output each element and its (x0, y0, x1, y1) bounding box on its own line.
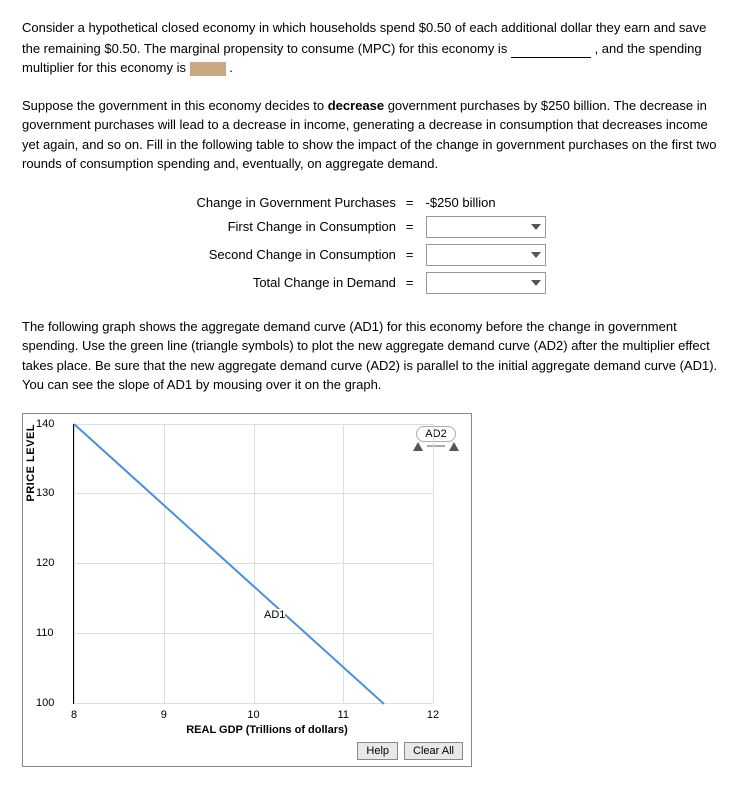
y-label-140: 140 (36, 418, 54, 430)
row3-eq: = (400, 241, 420, 269)
table-section: Change in Government Purchases = -$250 b… (22, 192, 720, 297)
paragraph1: Consider a hypothetical closed economy i… (22, 18, 720, 78)
row2-label: First Change in Consumption (190, 213, 399, 241)
paragraph2-text: Suppose the government in this economy d… (22, 96, 720, 174)
row2-eq: = (400, 213, 420, 241)
decrease-bold: decrease (328, 98, 384, 113)
row3-value[interactable] (420, 241, 552, 269)
row1-label: Change in Government Purchases (190, 192, 399, 213)
clear-all-button[interactable]: Clear All (404, 742, 463, 760)
y-label-120: 120 (36, 557, 54, 569)
x-axis-label: REAL GDP (Trillions of dollars) (73, 724, 461, 736)
table-row: First Change in Consumption = (190, 213, 551, 241)
graph-intro-section: The following graph shows the aggregate … (22, 317, 720, 395)
row3-select[interactable] (426, 244, 546, 266)
table-row: Total Change in Demand = (190, 269, 551, 297)
paragraph2-section: Suppose the government in this economy d… (22, 96, 720, 174)
y-label-100: 100 (36, 697, 54, 709)
table-row: Change in Government Purchases = -$250 b… (190, 192, 551, 213)
help-button[interactable]: Help (357, 742, 398, 760)
row2-value[interactable] (420, 213, 552, 241)
x-label-9: 9 (161, 709, 167, 721)
dropdown-arrow (531, 280, 541, 286)
y-label-130: 130 (36, 487, 54, 499)
dropdown-arrow (531, 224, 541, 230)
grid-h-100 (74, 703, 433, 704)
x-label-11: 11 (338, 709, 349, 721)
intro-section: Consider a hypothetical closed economy i… (22, 18, 720, 78)
multiplier-blank (190, 62, 226, 76)
row1-eq: = (400, 192, 420, 213)
ad1-label: AD1 (264, 609, 285, 621)
bottom-buttons: Help Clear All (357, 742, 463, 760)
x-label-12: 12 (427, 709, 439, 721)
graph-section: PRICE LEVEL AD2 (22, 413, 720, 767)
row2-select[interactable] (426, 216, 546, 238)
y-label-110: 110 (36, 627, 54, 639)
row4-select[interactable] (426, 272, 546, 294)
graph-wrap: PRICE LEVEL AD2 (22, 413, 472, 767)
graph-intro-text: The following graph shows the aggregate … (22, 317, 720, 395)
x-label-8: 8 (71, 709, 77, 721)
dropdown-arrow (531, 252, 541, 258)
graph-area[interactable]: 140 130 120 110 100 8 9 10 11 12 AD1 (73, 424, 433, 704)
row3-label: Second Change in Consumption (190, 241, 399, 269)
row4-value[interactable] (420, 269, 552, 297)
demand-table: Change in Government Purchases = -$250 b… (190, 192, 551, 297)
triangle-icon (449, 442, 459, 451)
row4-eq: = (400, 269, 420, 297)
ad1-line (74, 424, 384, 704)
graph-svg (74, 424, 433, 703)
mpc-blank (511, 38, 591, 59)
x-label-10: 10 (247, 709, 259, 721)
row1-value: -$250 billion (420, 192, 552, 213)
grid-v-12 (433, 424, 434, 703)
table-row: Second Change in Consumption = (190, 241, 551, 269)
row4-label: Total Change in Demand (190, 269, 399, 297)
